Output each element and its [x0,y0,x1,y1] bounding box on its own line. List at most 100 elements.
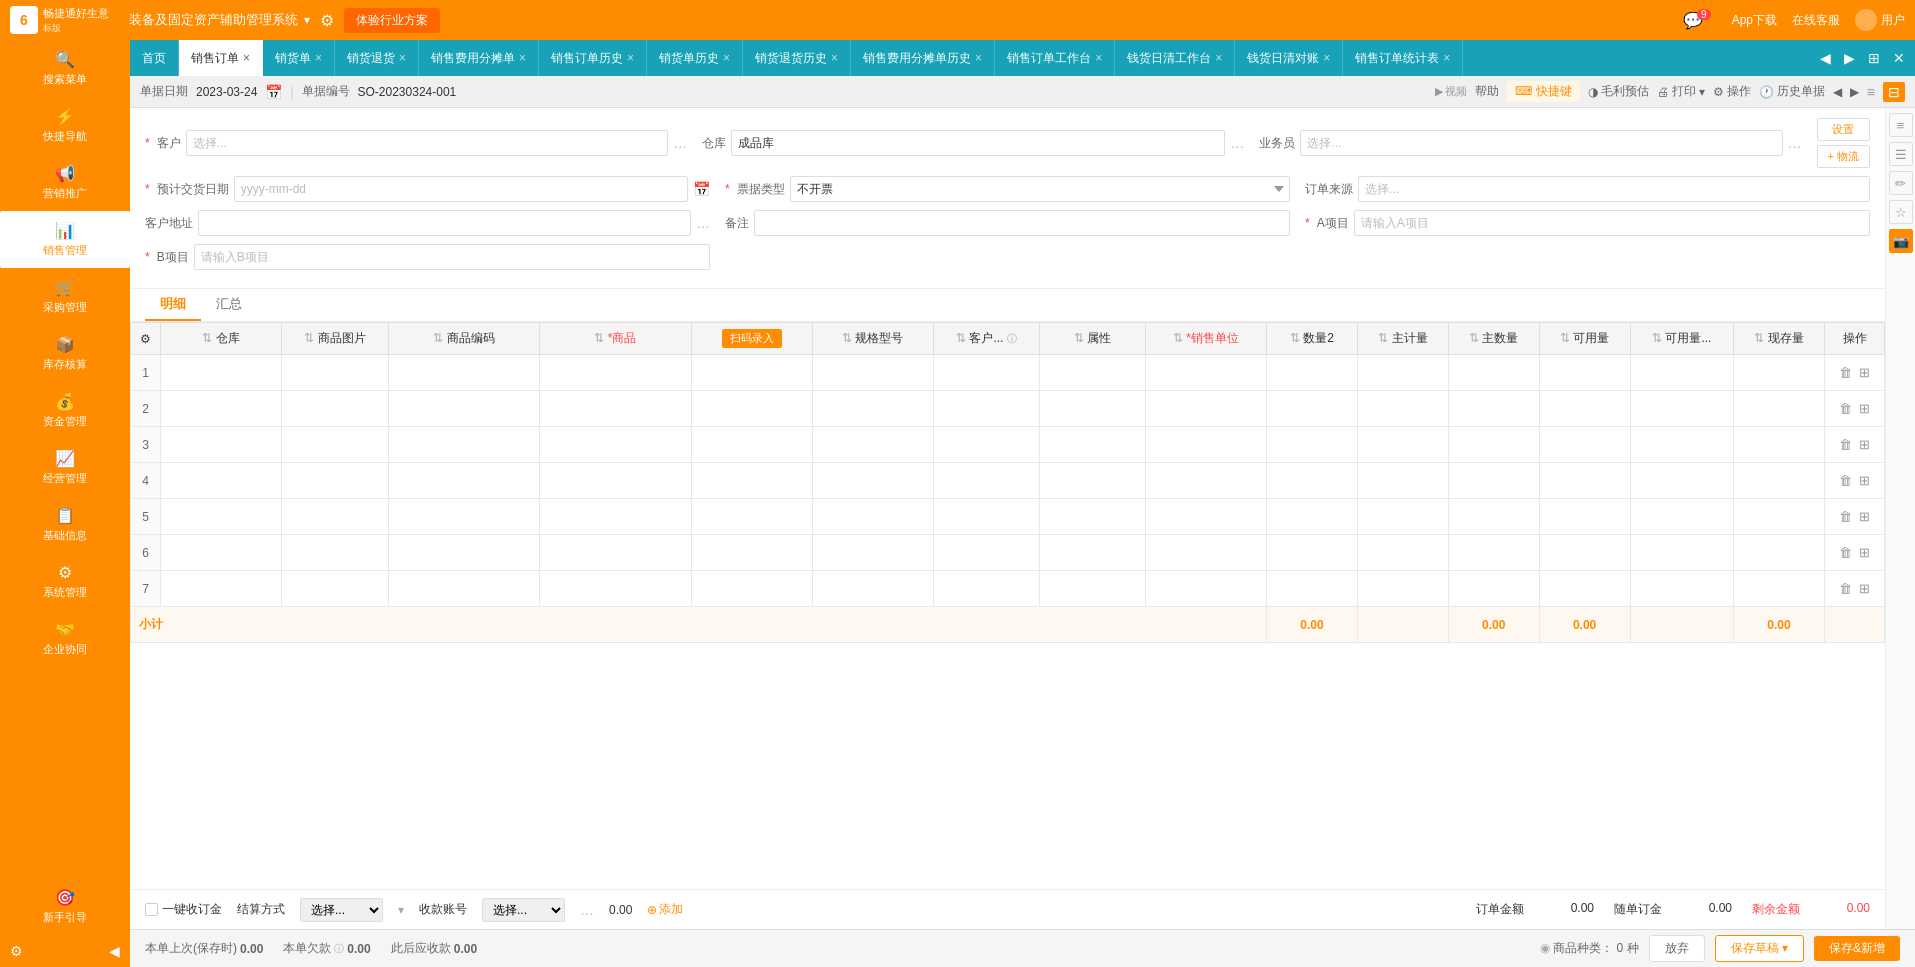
avail-cell[interactable] [1539,355,1630,391]
copy-row-icon[interactable]: ⊞ [1857,437,1872,452]
tab-close-invoice[interactable]: × [315,51,322,65]
spec-cell[interactable] [812,571,933,607]
tab-next-icon[interactable]: ▶ [1839,48,1860,68]
discard-button[interactable]: 放弃 [1649,935,1705,962]
staff-dots-icon[interactable]: … [1788,135,1802,151]
add-payment-btn[interactable]: ⊕ 添加 [647,901,683,918]
right-icon-star[interactable]: ☆ [1889,200,1913,224]
copy-row-icon[interactable]: ⊞ [1857,401,1872,416]
b-project-input[interactable] [194,244,710,270]
right-icon-menu[interactable]: ☰ [1889,142,1913,166]
delivery-calendar-icon[interactable]: 📅 [693,181,710,197]
tab-close-all-icon[interactable]: ✕ [1888,48,1910,68]
col-warehouse-header[interactable]: ⇅ 仓库 [161,323,282,355]
avail2-cell[interactable] [1630,571,1734,607]
copy-row-icon[interactable]: ⊞ [1857,473,1872,488]
warehouse-cell[interactable] [161,571,282,607]
copy-row-icon[interactable]: ⊞ [1857,581,1872,596]
tab-close-sales-history[interactable]: × [627,51,634,65]
main-unit-cell[interactable] [1357,499,1448,535]
sidebar-item-search[interactable]: 🔍 搜索菜单 [0,40,130,97]
one-click-checkbox[interactable] [145,903,158,916]
sidebar-item-sales[interactable]: 📊 销售管理 [0,211,130,268]
delete-row-icon[interactable]: 🗑 [1837,437,1854,452]
customer-dots-icon[interactable]: … [673,135,687,151]
qty2-cell[interactable] [1267,499,1358,535]
tab-invoice-history[interactable]: 销货单历史 × [647,40,743,76]
col-qty2-header[interactable]: ⇅ 数量2 [1267,323,1358,355]
stock-cell[interactable] [1734,499,1825,535]
tab-close-sales-return[interactable]: × [399,51,406,65]
right-icon-camera[interactable]: 📷 [1889,229,1913,253]
avail2-cell[interactable] [1630,463,1734,499]
spec-cell[interactable] [812,535,933,571]
account-dots-icon[interactable]: … [580,902,594,918]
product-cell[interactable] [540,427,691,463]
customer-code-cell[interactable] [933,391,1039,427]
address-input[interactable] [198,210,691,236]
unit-cell[interactable] [1145,463,1266,499]
avail-cell[interactable] [1539,535,1630,571]
sidebar-item-system[interactable]: ⚙ 系统管理 [0,553,130,610]
tab-expense-split[interactable]: 销售费用分摊单 × [419,40,539,76]
col-spec-header[interactable]: ⇅ 规格型号 [812,323,933,355]
qty2-cell[interactable] [1267,535,1358,571]
avail-cell[interactable] [1539,571,1630,607]
avail2-cell[interactable] [1630,427,1734,463]
tab-menu-icon[interactable]: ⊞ [1863,48,1885,68]
attr-cell[interactable] [1039,571,1145,607]
code-cell[interactable] [388,571,539,607]
avail-cell[interactable] [1539,427,1630,463]
tab-close-invoice-history[interactable]: × [723,51,730,65]
tab-close-expense-history[interactable]: × [975,51,982,65]
table-container[interactable]: ⚙ ⇅ 仓库 ⇅ 商品图片 ⇅ 商品编码 [130,322,1885,889]
tab-home[interactable]: 首页 [130,40,179,76]
a-project-input[interactable] [1354,210,1870,236]
tab-close-workbench[interactable]: × [1095,51,1102,65]
tab-close-statistics[interactable]: × [1443,51,1450,65]
stock-cell[interactable] [1734,355,1825,391]
warehouse-dots-icon[interactable]: … [1230,135,1244,151]
invoice-select[interactable]: 不开票 [790,176,1290,202]
shortcut-btn[interactable]: ⌨ 快捷键 [1507,81,1579,102]
qty2-cell[interactable] [1267,427,1358,463]
customer-code-cell[interactable] [933,535,1039,571]
spec-cell[interactable] [812,499,933,535]
account-select[interactable]: 选择... [482,898,565,922]
online-service-btn[interactable]: 在线客服 [1792,12,1840,29]
product-cell[interactable] [540,535,691,571]
spec-cell[interactable] [812,463,933,499]
avail-cell[interactable] [1539,391,1630,427]
customer-input[interactable] [186,130,669,156]
main-qty-cell[interactable] [1448,427,1539,463]
product-cell[interactable] [540,571,691,607]
sidebar-item-basic-info[interactable]: 📋 基础信息 [0,496,130,553]
customer-code-cell[interactable] [933,355,1039,391]
system-title-dropdown[interactable]: 装备及固定资产辅助管理系统 ▾ [119,11,310,29]
qty2-cell[interactable] [1267,391,1358,427]
col-unit-header[interactable]: ⇅ *销售单位 [1145,323,1266,355]
address-dots-icon[interactable]: … [696,215,710,231]
copy-row-icon[interactable]: ⊞ [1857,545,1872,560]
col-img-header[interactable]: ⇅ 商品图片 [282,323,389,355]
warehouse-cell[interactable] [161,499,282,535]
avail-cell[interactable] [1539,499,1630,535]
settings-wheel-icon[interactable]: ⚙ [10,943,23,959]
sidebar-item-collab[interactable]: 🤝 企业协同 [0,610,130,667]
right-icon-edit[interactable]: ✏ [1889,171,1913,195]
avail2-cell[interactable] [1630,535,1734,571]
avail2-cell[interactable] [1630,355,1734,391]
col-main-unit-header[interactable]: ⇅ 主计量 [1357,323,1448,355]
tab-detail[interactable]: 明细 [145,289,201,321]
stock-cell[interactable] [1734,427,1825,463]
tab-prev-icon[interactable]: ◀ [1815,48,1836,68]
solution-button[interactable]: 体验行业方案 [344,8,440,33]
main-unit-cell[interactable] [1357,535,1448,571]
sidebar-item-operations[interactable]: 📈 经营管理 [0,439,130,496]
spec-cell[interactable] [812,355,933,391]
code-cell[interactable] [388,535,539,571]
profit-btn[interactable]: ◑ 毛利预估 [1588,83,1649,100]
card-view-icon[interactable]: ⊟ [1883,82,1905,102]
notification-area[interactable]: 💬 9 [1683,11,1717,30]
main-unit-cell[interactable] [1357,391,1448,427]
